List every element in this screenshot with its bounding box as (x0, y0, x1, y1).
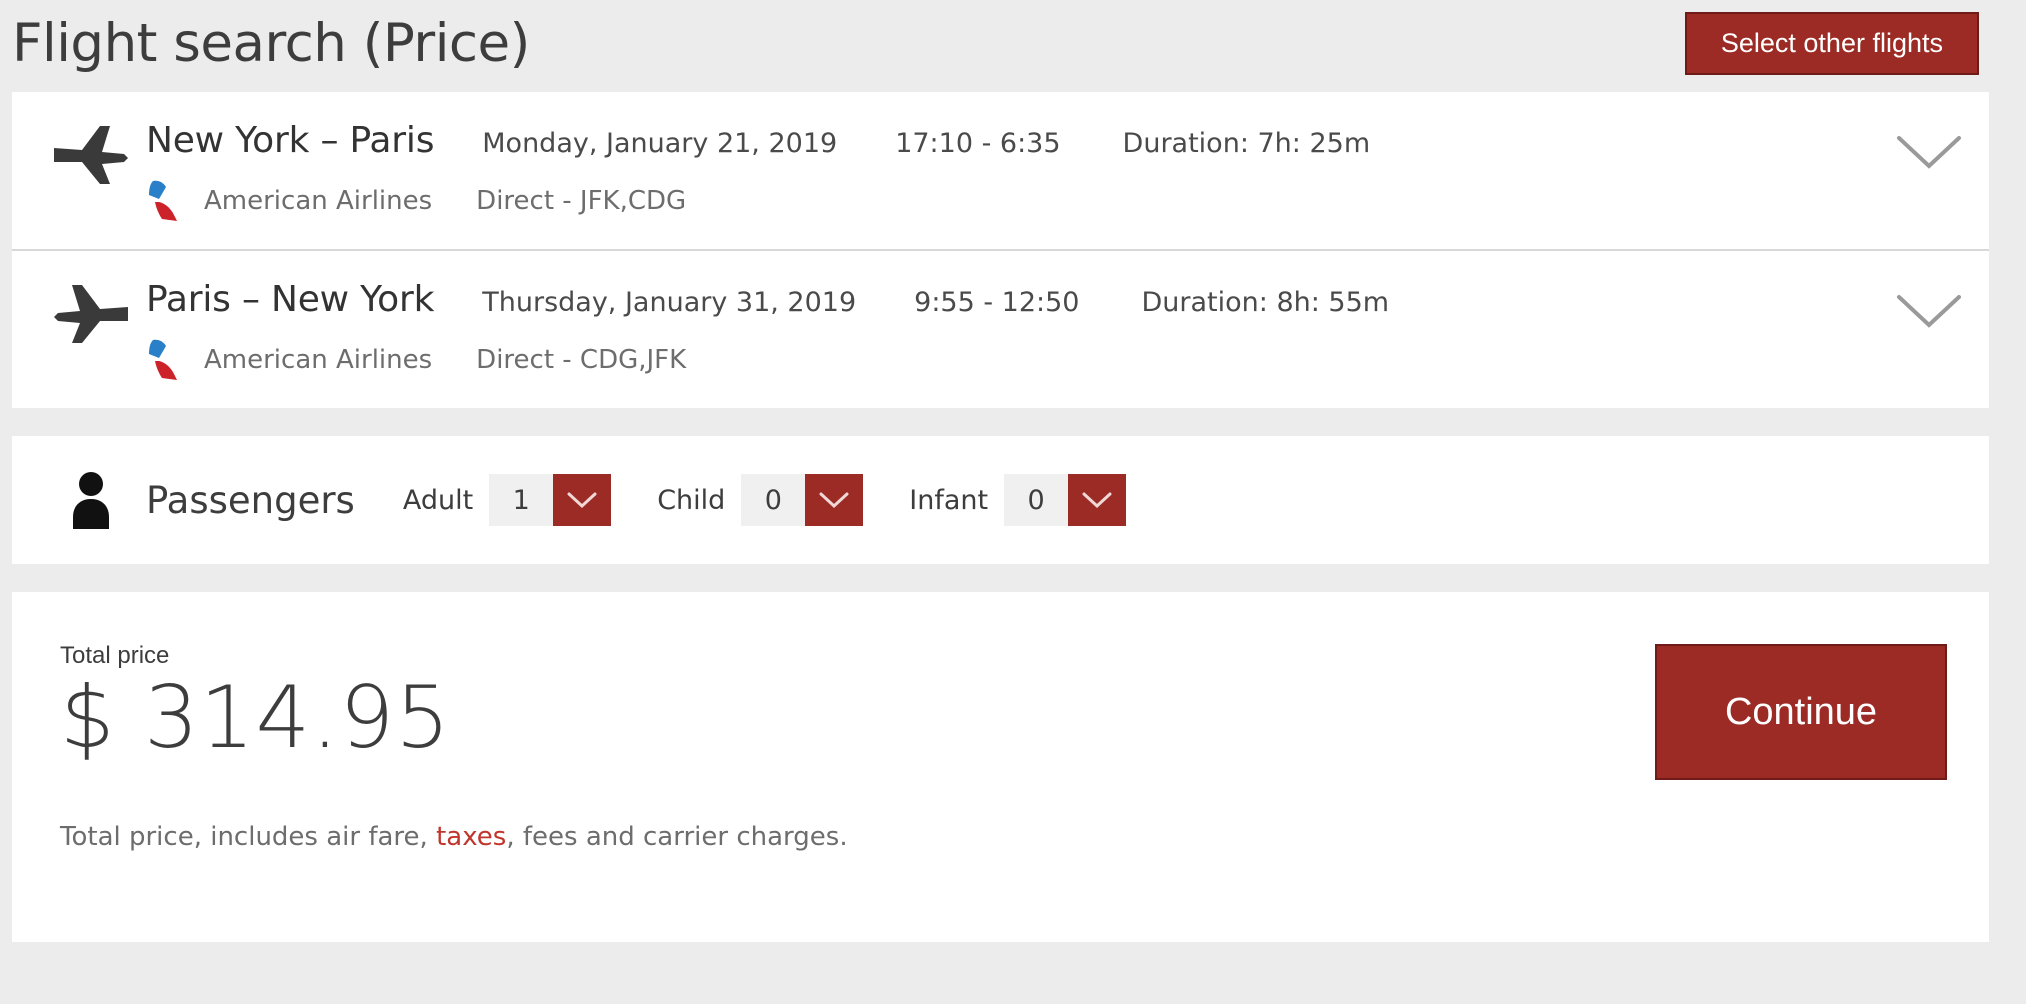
person-icon (36, 471, 146, 529)
american-airlines-logo-icon (146, 179, 190, 223)
child-count-value: 0 (741, 474, 806, 526)
flight-details-outbound: New York – Paris Monday, January 21, 201… (146, 114, 1869, 223)
select-other-flights-button[interactable]: Select other flights (1684, 11, 1979, 75)
adult-count-stepper[interactable]: 1 (489, 474, 612, 526)
infant-dropdown-chevron-down-icon[interactable] (1068, 474, 1127, 526)
total-price-label: Total price (60, 642, 170, 669)
flight-row-return[interactable]: Paris – New York Thursday, January 31, 2… (12, 249, 1989, 408)
flight-date: Monday, January 21, 2019 (482, 128, 838, 159)
passenger-type-label: Child (657, 484, 726, 516)
passenger-type-adult: Adult 1 (402, 474, 612, 526)
flight-stops: Direct - JFK,CDG (476, 186, 687, 216)
flight-times: 17:10 - 6:35 (895, 128, 1061, 159)
flight-stops: Direct - CDG,JFK (476, 345, 687, 375)
total-price-panel: Total price $ 314.95 Total price, includ… (12, 592, 1989, 942)
airline-name: American Airlines (204, 186, 433, 216)
american-airlines-logo-icon (146, 338, 190, 382)
page-title: Flight search (Price) (12, 12, 530, 74)
passenger-type-child: Child 0 (657, 474, 864, 526)
airline-name: American Airlines (204, 345, 433, 375)
flight-search-page: Flight search (Price) Select other fligh… (0, 0, 2026, 1004)
adult-dropdown-chevron-down-icon[interactable] (553, 474, 612, 526)
flight-airline-line: American Airlines Direct - CDG,JFK (146, 338, 1869, 382)
flight-airline-line: American Airlines Direct - JFK,CDG (146, 179, 1869, 223)
flight-duration: Duration: 7h: 25m (1122, 128, 1371, 159)
continue-button[interactable]: Continue (1655, 644, 1947, 780)
taxes-link[interactable]: taxes (436, 822, 506, 852)
flight-duration: Duration: 8h: 55m (1141, 287, 1390, 318)
flight-route: Paris – New York (146, 279, 435, 320)
infant-count-value: 0 (1004, 474, 1069, 526)
plane-left-icon (36, 273, 146, 347)
passenger-type-label: Infant (909, 484, 989, 516)
plane-right-icon (36, 114, 146, 188)
passengers-title: Passengers (146, 478, 355, 522)
flight-times: 9:55 - 12:50 (914, 287, 1080, 318)
passengers-panel: Passengers Adult 1 Child 0 Infant 0 (12, 436, 1989, 564)
adult-count-value: 1 (489, 474, 554, 526)
price-disclaimer-before: Total price, includes air fare, (60, 822, 437, 852)
price-block: Total price $ 314.95 (60, 644, 451, 765)
flights-panel: New York – Paris Monday, January 21, 201… (12, 92, 1989, 408)
flight-date: Thursday, January 31, 2019 (482, 287, 857, 318)
panel-gap (0, 408, 2026, 436)
page-header: Flight search (Price) Select other fligh… (0, 0, 2026, 92)
price-disclaimer: Total price, includes air fare, taxes, f… (60, 822, 848, 852)
flight-row-outbound[interactable]: New York – Paris Monday, January 21, 201… (12, 92, 1989, 249)
chevron-down-icon[interactable] (1869, 273, 1989, 331)
chevron-down-icon[interactable] (1869, 114, 1989, 172)
passenger-type-infant: Infant 0 (909, 474, 1127, 526)
price-disclaimer-after: , fees and carrier charges. (506, 822, 848, 852)
flight-summary-line: Paris – New York Thursday, January 31, 2… (146, 279, 1869, 320)
infant-count-stepper[interactable]: 0 (1004, 474, 1127, 526)
passenger-type-label: Adult (402, 484, 474, 516)
child-dropdown-chevron-down-icon[interactable] (805, 474, 864, 526)
flight-details-return: Paris – New York Thursday, January 31, 2… (146, 273, 1869, 382)
flight-summary-line: New York – Paris Monday, January 21, 201… (146, 120, 1869, 161)
flight-route: New York – Paris (146, 120, 435, 161)
child-count-stepper[interactable]: 0 (741, 474, 864, 526)
total-price-amount: $ 314.95 (60, 668, 451, 768)
panel-gap (0, 564, 2026, 592)
